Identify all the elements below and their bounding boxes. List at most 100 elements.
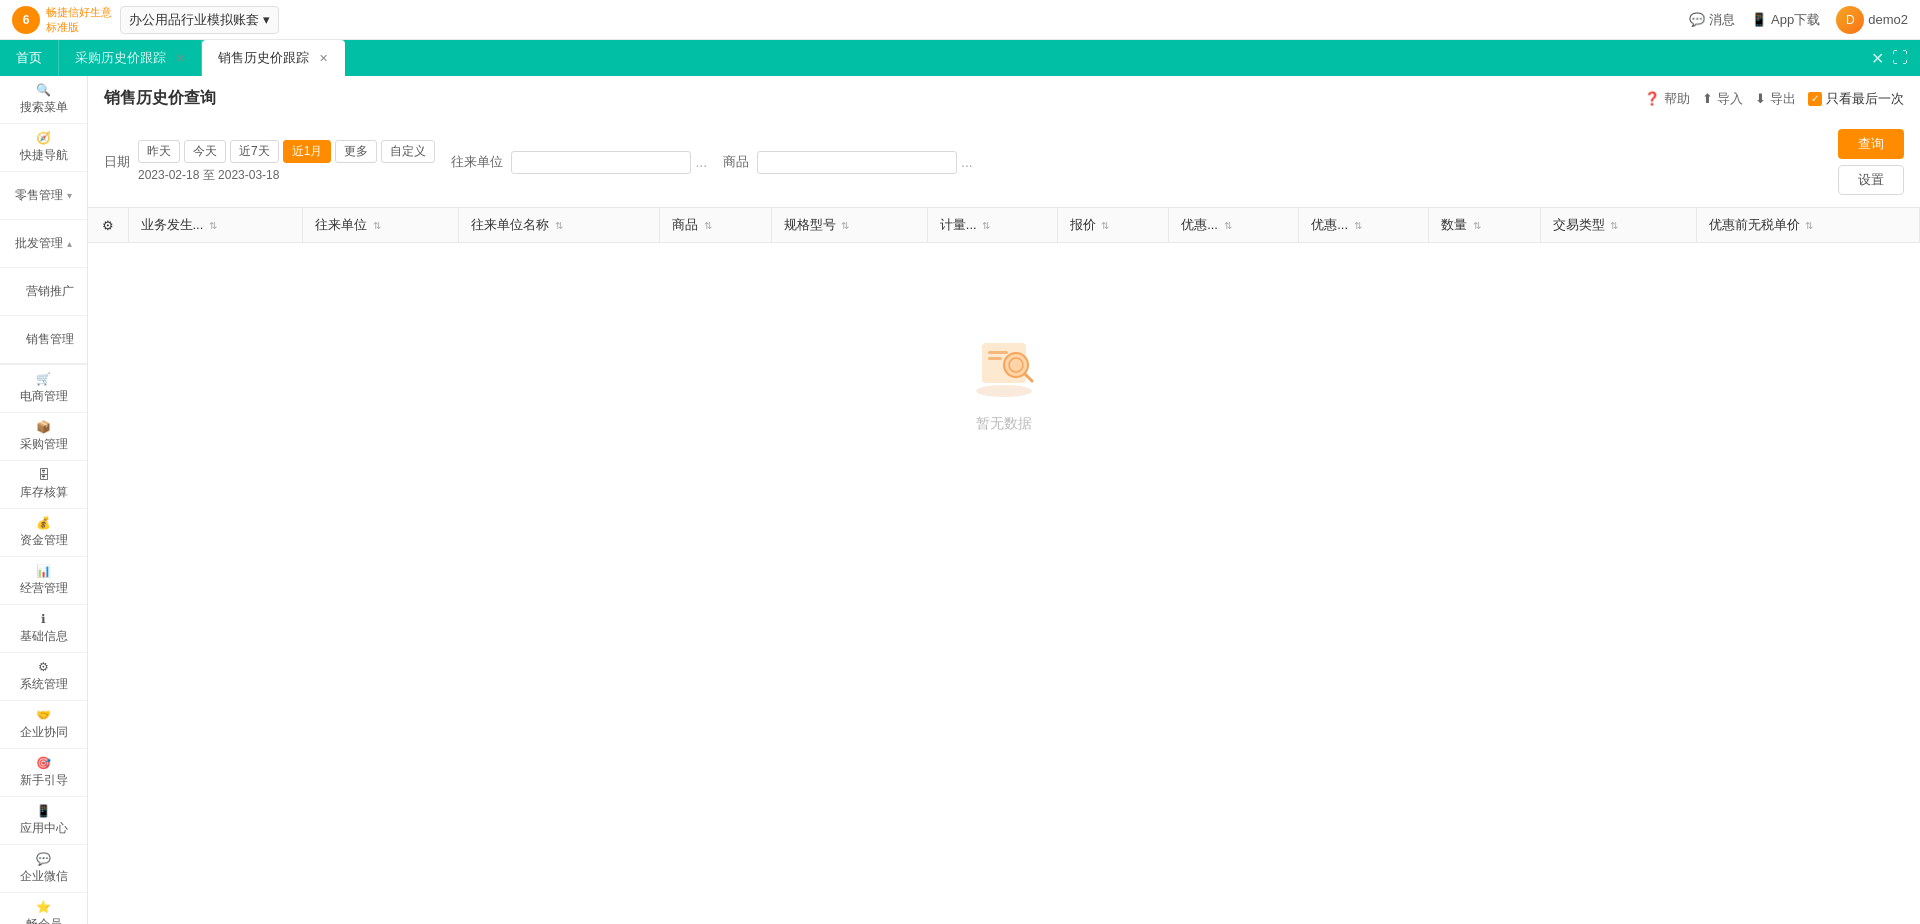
col-counterpart-name-label: 往来单位名称 [471, 217, 549, 232]
sidebar-item-operations[interactable]: 📊 经营管理 [0, 557, 87, 605]
goods-filter-group: 商品 ... [723, 151, 973, 174]
sidebar-search-label: 搜索菜单 [20, 99, 68, 116]
sidebar-item-retail[interactable]: 零售管理 ▾ [0, 172, 87, 220]
tab-home[interactable]: 首页 [0, 40, 59, 76]
col-quote-price-label: 报价 [1070, 217, 1096, 232]
page-actions: ❓ 帮助 ⬆ 导入 ⬇ 导出 ✓ 只看最后一次 [1644, 90, 1904, 108]
export-button[interactable]: ⬇ 导出 [1755, 90, 1796, 108]
tab-home-label: 首页 [16, 49, 42, 67]
col-pre-tax-price[interactable]: 优惠前无税单价 ⇅ [1696, 208, 1919, 243]
maximize-icon[interactable]: ⛶ [1892, 49, 1908, 67]
col-counterpart-name[interactable]: 往来单位名称 ⇅ [459, 208, 660, 243]
message-button[interactable]: 💬 消息 [1689, 11, 1735, 29]
data-table: ⚙ 业务发生... ⇅ 往来单位 ⇅ 往来单位名称 ⇅ [88, 208, 1920, 243]
sidebar-item-marketing[interactable]: 营销推广 [0, 268, 87, 316]
sidebar-item-quicknav[interactable]: 🧭 快捷导航 [0, 124, 87, 172]
goods-label: 商品 [723, 153, 749, 171]
chevron-down-icon: ▾ [67, 190, 72, 201]
sidebar-item-app-center[interactable]: 📱 应用中心 [0, 797, 87, 845]
wholesale-label: 批发管理 [15, 235, 63, 252]
sidebar-item-finance[interactable]: 💰 资金管理 [0, 509, 87, 557]
svg-rect-2 [988, 351, 1008, 354]
col-goods[interactable]: 商品 ⇅ [660, 208, 771, 243]
only-last-checkbox[interactable]: ✓ [1808, 92, 1822, 106]
logo-icon: 6 [12, 6, 40, 34]
app-selector-label: 办公用品行业模拟账套 [129, 11, 259, 29]
help-button[interactable]: ❓ 帮助 [1644, 90, 1690, 108]
sort-icon: ⇅ [209, 220, 217, 231]
date-yesterday-btn[interactable]: 昨天 [138, 140, 180, 163]
search-icon: 🔍 [36, 83, 51, 97]
col-settings[interactable]: ⚙ [88, 208, 128, 243]
only-last-checkbox-label[interactable]: ✓ 只看最后一次 [1808, 90, 1904, 108]
col-biz-date[interactable]: 业务发生... ⇅ [128, 208, 303, 243]
col-counterpart[interactable]: 往来单位 ⇅ [303, 208, 459, 243]
logo-area: 6 畅捷信好生意 标准版 [12, 5, 112, 34]
date-1month-btn[interactable]: 近1月 [283, 140, 332, 163]
col-discount2-label: 优惠... [1311, 217, 1348, 232]
sidebar-item-enterprise-wechat[interactable]: 💬 企业微信 [0, 845, 87, 893]
goods-input[interactable] [757, 151, 957, 174]
tab-purchase-label: 采购历史价跟踪 [75, 49, 166, 67]
compass-icon: 🧭 [36, 131, 51, 145]
col-quote-price[interactable]: 报价 ⇅ [1057, 208, 1168, 243]
finance-label: 资金管理 [20, 532, 68, 549]
sidebar: 🔍 搜索菜单 🧭 快捷导航 零售管理 ▾ 批发管理 ▴ 营销推广 销售管理 🛒 … [0, 76, 88, 924]
date-custom-btn[interactable]: 自定义 [381, 140, 435, 163]
sort-icon: ⇅ [1473, 220, 1481, 231]
tab-sales-history[interactable]: 销售历史价跟踪 ✕ [202, 40, 345, 76]
date-buttons: 昨天 今天 近7天 近1月 更多 自定义 [138, 140, 435, 163]
col-discount2[interactable]: 优惠... ⇅ [1299, 208, 1429, 243]
sidebar-item-enterprise-collab[interactable]: 🤝 企业协同 [0, 701, 87, 749]
date-more-btn[interactable]: 更多 [335, 140, 377, 163]
sidebar-item-search[interactable]: 🔍 搜索菜单 [0, 76, 87, 124]
date-range: 2023-02-18 至 2023-03-18 [138, 167, 435, 184]
query-button[interactable]: 查询 [1838, 129, 1904, 159]
counterpart-input[interactable] [511, 151, 691, 174]
import-button[interactable]: ⬆ 导入 [1702, 90, 1743, 108]
basic-info-label: 基础信息 [20, 628, 68, 645]
sidebar-item-basic-info[interactable]: ℹ 基础信息 [0, 605, 87, 653]
guide-label: 新手引导 [20, 772, 68, 789]
top-bar: 6 畅捷信好生意 标准版 办公用品行业模拟账套 ▾ 💬 消息 📱 App下载 D… [0, 0, 1920, 40]
svg-line-5 [1025, 374, 1032, 381]
sales-manage-label: 销售管理 [26, 331, 74, 348]
sidebar-quicknav-label: 快捷导航 [20, 147, 68, 164]
wechat-icon: 💬 [36, 852, 51, 866]
sidebar-item-vip[interactable]: ⭐ 畅会员 [0, 893, 87, 924]
goods-input-group: ... [757, 151, 973, 174]
col-discount1[interactable]: 优惠... ⇅ [1169, 208, 1299, 243]
sidebar-item-sales-manage[interactable]: 销售管理 [0, 316, 87, 364]
tab-purchase-history[interactable]: 采购历史价跟踪 ✕ [59, 40, 202, 76]
sidebar-item-wholesale[interactable]: 批发管理 ▴ [0, 220, 87, 268]
counterpart-dots-btn[interactable]: ... [695, 154, 707, 170]
sidebar-item-ecommerce[interactable]: 🛒 电商管理 [0, 365, 87, 413]
close-all-tabs-icon[interactable]: ✕ [1871, 49, 1884, 68]
goods-dots-btn[interactable]: ... [961, 154, 973, 170]
close-sales-tab-icon[interactable]: ✕ [319, 52, 328, 65]
logo-text: 畅捷信好生意 标准版 [46, 5, 112, 34]
sort-icon: ⇅ [1610, 220, 1618, 231]
user-menu[interactable]: D demo2 [1836, 6, 1908, 34]
app-selector[interactable]: 办公用品行业模拟账套 ▾ [120, 6, 279, 34]
date-today-btn[interactable]: 今天 [184, 140, 226, 163]
sidebar-item-guide[interactable]: 🎯 新手引导 [0, 749, 87, 797]
basic-info-icon: ℹ [41, 612, 46, 626]
settings-button[interactable]: 设置 [1838, 165, 1904, 195]
col-qty[interactable]: 数量 ⇅ [1429, 208, 1540, 243]
svg-point-0 [976, 385, 1032, 397]
col-trade-type-label: 交易类型 [1553, 217, 1605, 232]
chevron-up-icon: ▴ [67, 238, 72, 249]
col-spec[interactable]: 规格型号 ⇅ [771, 208, 927, 243]
sidebar-item-inventory[interactable]: 🗄 库存核算 [0, 461, 87, 509]
sidebar-item-system[interactable]: ⚙ 系统管理 [0, 653, 87, 701]
date-7days-btn[interactable]: 近7天 [230, 140, 279, 163]
operations-label: 经营管理 [20, 580, 68, 597]
ecommerce-label: 电商管理 [20, 388, 68, 405]
sort-icon: ⇅ [555, 220, 563, 231]
col-unit[interactable]: 计量... ⇅ [927, 208, 1057, 243]
col-trade-type[interactable]: 交易类型 ⇅ [1540, 208, 1696, 243]
sidebar-item-purchase[interactable]: 📦 采购管理 [0, 413, 87, 461]
app-download-button[interactable]: 📱 App下载 [1751, 11, 1820, 29]
close-purchase-tab-icon[interactable]: ✕ [176, 52, 185, 65]
